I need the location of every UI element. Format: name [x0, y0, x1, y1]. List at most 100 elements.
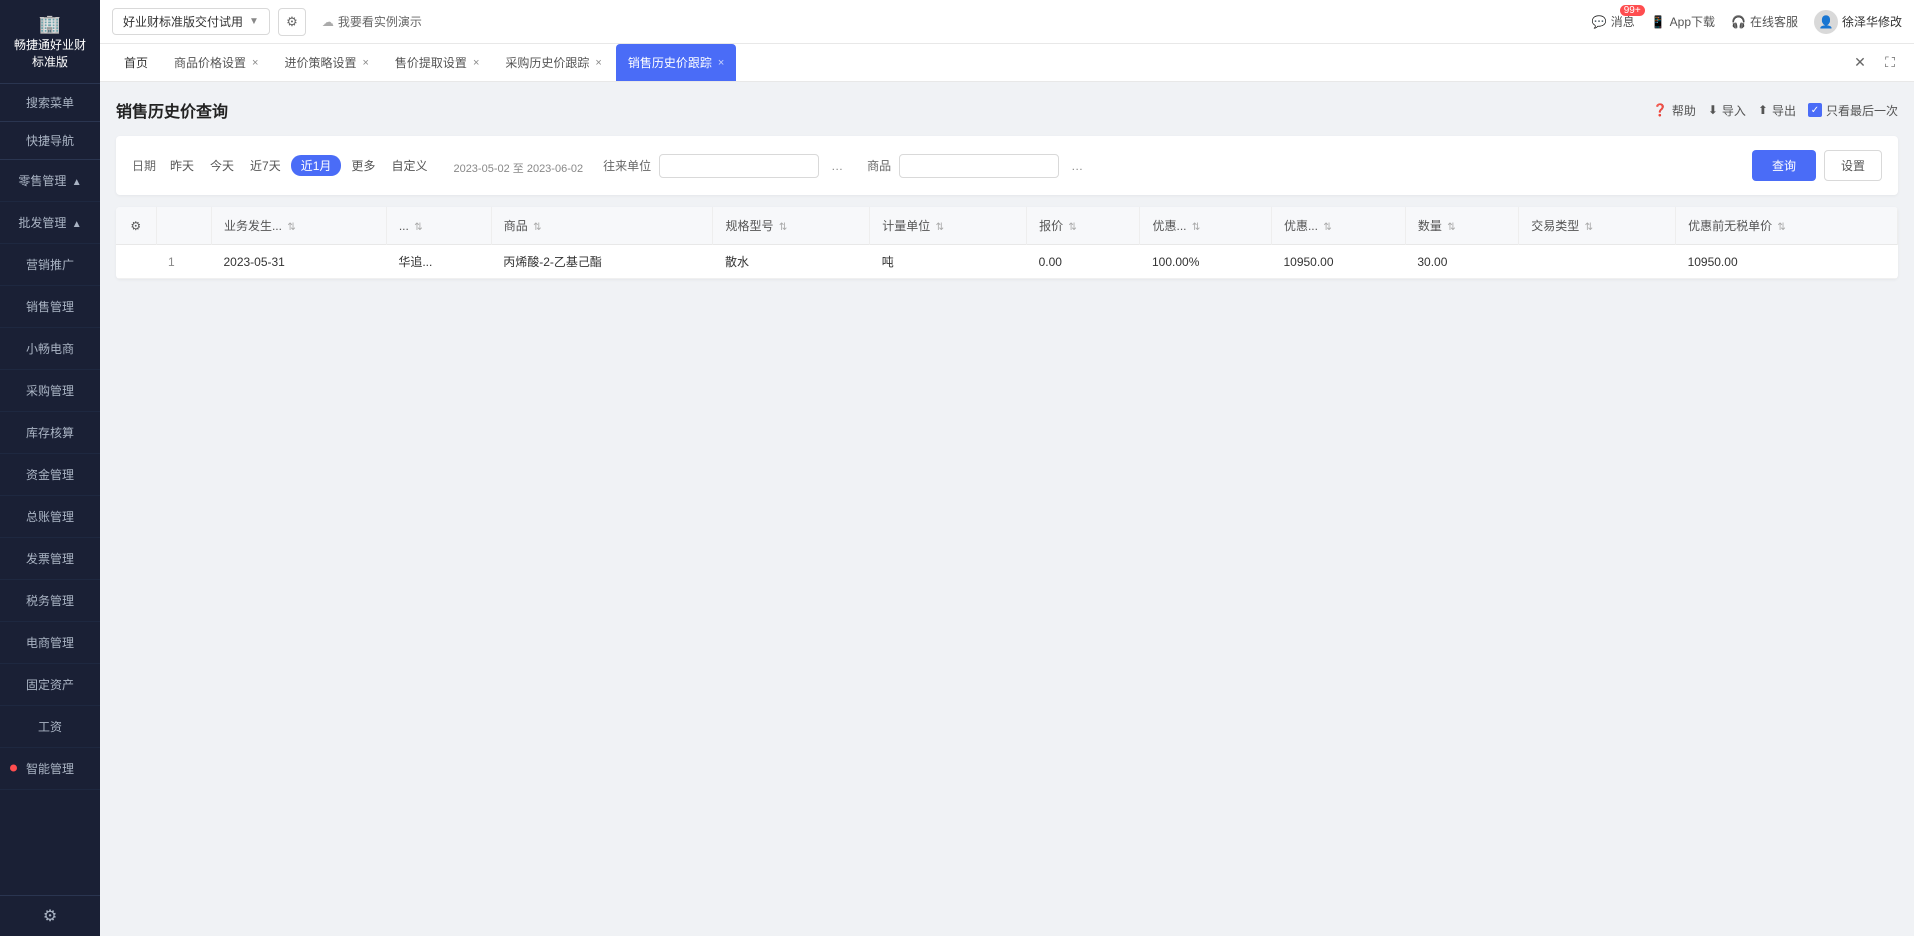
tab-price-extract-close[interactable]: × [473, 57, 479, 69]
tab-purchase-history[interactable]: 采购历史价跟踪 × [493, 44, 613, 81]
th-trade-type[interactable]: 交易类型 ⇅ [1519, 207, 1676, 245]
page-header: 销售历史价查询 ❓ 帮助 ⬇ 导入 ⬆ 导出 ✓ 只看最后一次 [116, 98, 1898, 122]
sidebar-item-smart[interactable]: 智能管理 [0, 748, 100, 790]
th-spec[interactable]: 规格型号 ⇅ [713, 207, 870, 245]
tab-home-label: 首页 [124, 54, 148, 71]
cell-date: 2023-05-31 [211, 245, 386, 279]
tab-price-setting-label: 商品价格设置 [174, 54, 246, 71]
tab-maximize-button[interactable]: ⛶ [1878, 51, 1902, 75]
logo-line1: 畅捷通好业财 [8, 37, 92, 54]
headset-icon: 🎧 [1731, 15, 1746, 29]
cell-unit: 吨 [870, 245, 1027, 279]
th-price[interactable]: 报价 ⇅ [1027, 207, 1140, 245]
cell-settings [116, 245, 156, 279]
tab-price-setting[interactable]: 商品价格设置 × [162, 44, 270, 81]
topbar-settings-button[interactable]: ⚙ [278, 8, 306, 36]
source-unit-input[interactable] [659, 154, 819, 178]
message-icon: 💬 [1592, 15, 1607, 29]
user-info[interactable]: 👤 徐泽华修改 [1814, 10, 1902, 34]
tab-purchase-history-label: 采购历史价跟踪 [505, 54, 589, 71]
top-bar: 好业财标准版交付试用 ▼ ⚙ ☁ 我要看实例演示 💬 消息 99+ 📱 App下… [100, 0, 1914, 44]
sidebar-search[interactable]: 搜索菜单 [0, 84, 100, 122]
demo-link[interactable]: ☁ 我要看实例演示 [322, 13, 422, 30]
sidebar-item-salary[interactable]: 工资 [0, 706, 100, 748]
th-quantity[interactable]: 数量 ⇅ [1405, 207, 1518, 245]
date-option-yesterday[interactable]: 昨天 [164, 155, 200, 176]
sidebar-item-finance[interactable]: 资金管理 [0, 454, 100, 496]
sidebar-quick-nav[interactable]: 快捷导航 [0, 122, 100, 160]
sidebar-item-inventory[interactable]: 库存核算 [0, 412, 100, 454]
date-option-last1month[interactable]: 近1月 [291, 155, 342, 176]
sidebar-item-ecommerce-small[interactable]: 小畅电商 [0, 328, 100, 370]
export-label: 导出 [1772, 102, 1796, 119]
show-last-label: 只看最后一次 [1826, 102, 1898, 119]
show-last-checkbox[interactable]: ✓ 只看最后一次 [1808, 102, 1898, 119]
import-label: 导入 [1722, 102, 1746, 119]
th-date[interactable]: 业务发生... ⇅ [211, 207, 386, 245]
tab-purchase-strategy-label: 进价策略设置 [284, 54, 356, 71]
th-discount1[interactable]: 优惠... ⇅ [1140, 207, 1271, 245]
product-input[interactable] [899, 154, 1059, 178]
version-dropdown-arrow: ▼ [249, 16, 259, 27]
date-filter-group: 日期 昨天 今天 近7天 近1月 更多 自定义 [132, 155, 433, 176]
export-icon: ⬆ [1758, 103, 1768, 117]
sidebar-item-invoice[interactable]: 发票管理 [0, 538, 100, 580]
date-range: 2023-05-02 至 2023-06-02 [453, 160, 583, 176]
filter-actions: 查询 设置 [1752, 150, 1882, 181]
date-option-more[interactable]: 更多 [345, 155, 381, 176]
cell-num: 1 [156, 245, 211, 279]
settings-button[interactable]: 设置 [1824, 150, 1882, 181]
th-unit[interactable]: 计量单位 ⇅ [870, 207, 1027, 245]
message-button[interactable]: 💬 消息 99+ [1592, 13, 1635, 30]
export-button[interactable]: ⬆ 导出 [1758, 102, 1796, 119]
product-filter-group: 商品 … [867, 154, 1087, 178]
help-button[interactable]: ❓ 帮助 [1653, 102, 1696, 119]
table-body: 1 2023-05-31 华追... 丙烯酸-2-乙基己酯 散水 吨 0.00 … [116, 245, 1898, 279]
sidebar-settings-icon[interactable]: ⚙ [0, 895, 100, 936]
sidebar-item-purchase[interactable]: 采购管理 [0, 370, 100, 412]
source-unit-more-btn[interactable]: … [827, 159, 847, 173]
cell-quantity: 30.00 [1405, 245, 1518, 279]
tab-purchase-strategy[interactable]: 进价策略设置 × [272, 44, 380, 81]
tab-price-setting-close[interactable]: × [252, 57, 258, 69]
th-more1[interactable]: ... ⇅ [386, 207, 491, 245]
sidebar-item-ecommerce[interactable]: 电商管理 [0, 622, 100, 664]
online-service-button[interactable]: 🎧 在线客服 [1731, 13, 1798, 30]
sidebar-item-wholesale[interactable]: 批发管理 ▲ [0, 202, 100, 244]
sidebar-item-accounting[interactable]: 总账管理 [0, 496, 100, 538]
sidebar-item-tax[interactable]: 税务管理 [0, 580, 100, 622]
tab-sales-history-close[interactable]: × [718, 57, 724, 69]
tab-sales-history[interactable]: 销售历史价跟踪 × [616, 44, 736, 81]
product-label: 商品 [867, 157, 891, 174]
source-unit-label: 往来单位 [603, 157, 651, 174]
sidebar-item-retail[interactable]: 零售管理 ▲ [0, 160, 100, 202]
date-options: 昨天 今天 近7天 近1月 更多 自定义 [164, 155, 433, 176]
help-icon: ❓ [1653, 103, 1668, 117]
tab-close-button[interactable]: ✕ [1848, 51, 1872, 75]
version-selector[interactable]: 好业财标准版交付试用 ▼ [112, 8, 270, 35]
sidebar-item-fixed-assets[interactable]: 固定资产 [0, 664, 100, 706]
tab-purchase-history-close[interactable]: × [595, 57, 601, 69]
main-area: 好业财标准版交付试用 ▼ ⚙ ☁ 我要看实例演示 💬 消息 99+ 📱 App下… [100, 0, 1914, 936]
app-logo: 🏢 畅捷通好业财 标准版 [0, 0, 100, 84]
date-option-last7[interactable]: 近7天 [244, 155, 287, 176]
tab-price-extract[interactable]: 售价提取设置 × [383, 44, 491, 81]
table-header: ⚙ 业务发生... ⇅ ... ⇅ 商品 ⇅ 规格型号 ⇅ 计量单位 ⇅ 报价 … [116, 207, 1898, 245]
tab-home[interactable]: 首页 [112, 44, 160, 81]
product-more-btn[interactable]: … [1067, 159, 1087, 173]
sidebar-item-sales[interactable]: 销售管理 [0, 286, 100, 328]
date-option-today[interactable]: 今天 [204, 155, 240, 176]
demo-icon: ☁ [322, 15, 334, 29]
import-button[interactable]: ⬇ 导入 [1708, 102, 1746, 119]
date-option-custom[interactable]: 自定义 [385, 155, 433, 176]
sidebar-item-marketing[interactable]: 营销推广 [0, 244, 100, 286]
table-row: 1 2023-05-31 华追... 丙烯酸-2-乙基己酯 散水 吨 0.00 … [116, 245, 1898, 279]
query-button[interactable]: 查询 [1752, 150, 1816, 181]
app-download-button[interactable]: 📱 App下载 [1651, 13, 1715, 30]
date-filter-label: 日期 [132, 157, 156, 174]
th-settings[interactable]: ⚙ [116, 207, 156, 245]
tab-purchase-strategy-close[interactable]: × [362, 57, 368, 69]
th-discount2[interactable]: 优惠... ⇅ [1271, 207, 1405, 245]
th-pretax-price[interactable]: 优惠前无税单价 ⇅ [1676, 207, 1898, 245]
th-product[interactable]: 商品 ⇅ [491, 207, 713, 245]
